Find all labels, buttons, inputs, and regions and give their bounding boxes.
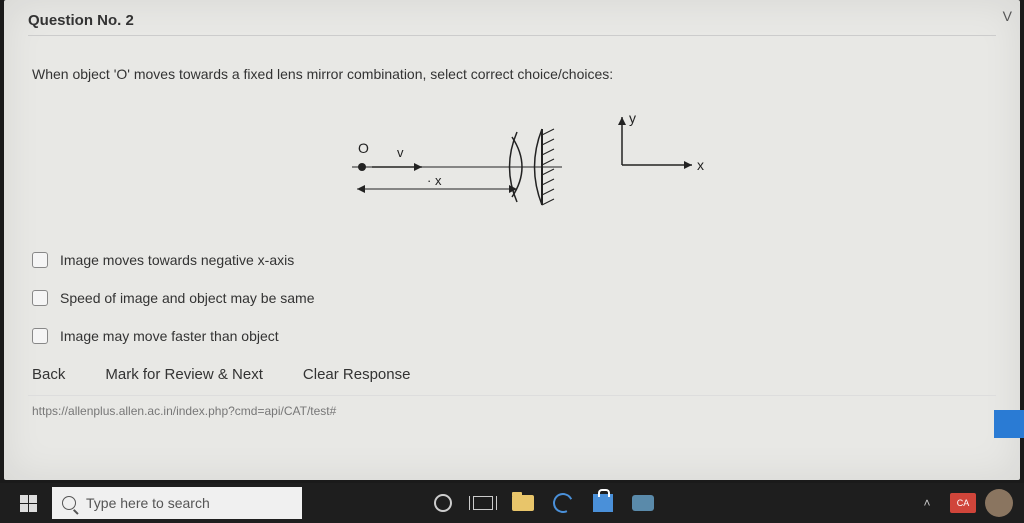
option-1[interactable]: Image moves towards negative x-axis (32, 252, 996, 268)
store-icon (593, 494, 613, 512)
cast-icon: CA (950, 493, 976, 513)
cortana-icon (434, 494, 452, 512)
option-3[interactable]: Image may move faster than object (32, 328, 996, 344)
folder-icon (512, 495, 534, 511)
search-placeholder: Type here to search (86, 495, 210, 511)
windows-taskbar: Type here to search ˄ CA (0, 483, 1024, 523)
avatar-icon (985, 489, 1013, 517)
option-label: Image may move faster than object (60, 328, 279, 344)
camera-icon (632, 495, 654, 511)
question-prompt: When object 'O' moves towards a fixed le… (28, 66, 996, 82)
task-view-icon (473, 496, 493, 510)
checkbox-icon[interactable] (32, 328, 48, 344)
action-bar: Back Mark for Review & Next Clear Respon… (28, 366, 996, 383)
mark-review-next-button[interactable]: Mark for Review & Next (105, 366, 263, 383)
side-letter: V (1003, 8, 1012, 24)
chevron-up-icon: ˄ (923, 496, 930, 510)
windows-icon (20, 495, 37, 512)
option-2[interactable]: Speed of image and object may be same (32, 290, 996, 306)
checkbox-icon[interactable] (32, 290, 48, 306)
answer-options: Image moves towards negative x-axis Spee… (28, 252, 996, 344)
tray-avatar[interactable] (982, 487, 1016, 519)
option-label: Image moves towards negative x-axis (60, 252, 294, 268)
taskbar-search[interactable]: Type here to search (52, 487, 302, 519)
question-page: V Question No. 2 When object 'O' moves t… (4, 0, 1020, 480)
edge-icon (550, 490, 576, 516)
checkbox-icon[interactable] (32, 252, 48, 268)
file-explorer-button[interactable] (506, 487, 540, 519)
x-axis-label: x (697, 157, 704, 173)
right-panel-accent (994, 410, 1024, 438)
clear-response-button[interactable]: Clear Response (303, 366, 411, 383)
physics-diagram: O v · x (28, 102, 996, 232)
edge-button[interactable] (546, 487, 580, 519)
tray-overflow-button[interactable]: ˄ (910, 487, 944, 519)
taskbar-pinned (426, 487, 660, 519)
system-tray: ˄ CA (910, 487, 1016, 519)
object-label: O (358, 140, 369, 156)
status-url: https://allenplus.allen.ac.in/index.php?… (28, 395, 996, 418)
store-button[interactable] (586, 487, 620, 519)
velocity-label: v (397, 145, 404, 160)
question-number: Question No. 2 (28, 8, 996, 36)
option-label: Speed of image and object may be same (60, 290, 315, 306)
task-view-button[interactable] (466, 487, 500, 519)
search-icon (62, 496, 76, 510)
x-distance-label: · x (427, 173, 442, 188)
tray-cast-button[interactable]: CA (946, 487, 980, 519)
cortana-button[interactable] (426, 487, 460, 519)
back-button[interactable]: Back (32, 366, 65, 383)
y-axis-label: y (629, 110, 636, 126)
start-button[interactable] (8, 487, 48, 519)
camera-app-button[interactable] (626, 487, 660, 519)
